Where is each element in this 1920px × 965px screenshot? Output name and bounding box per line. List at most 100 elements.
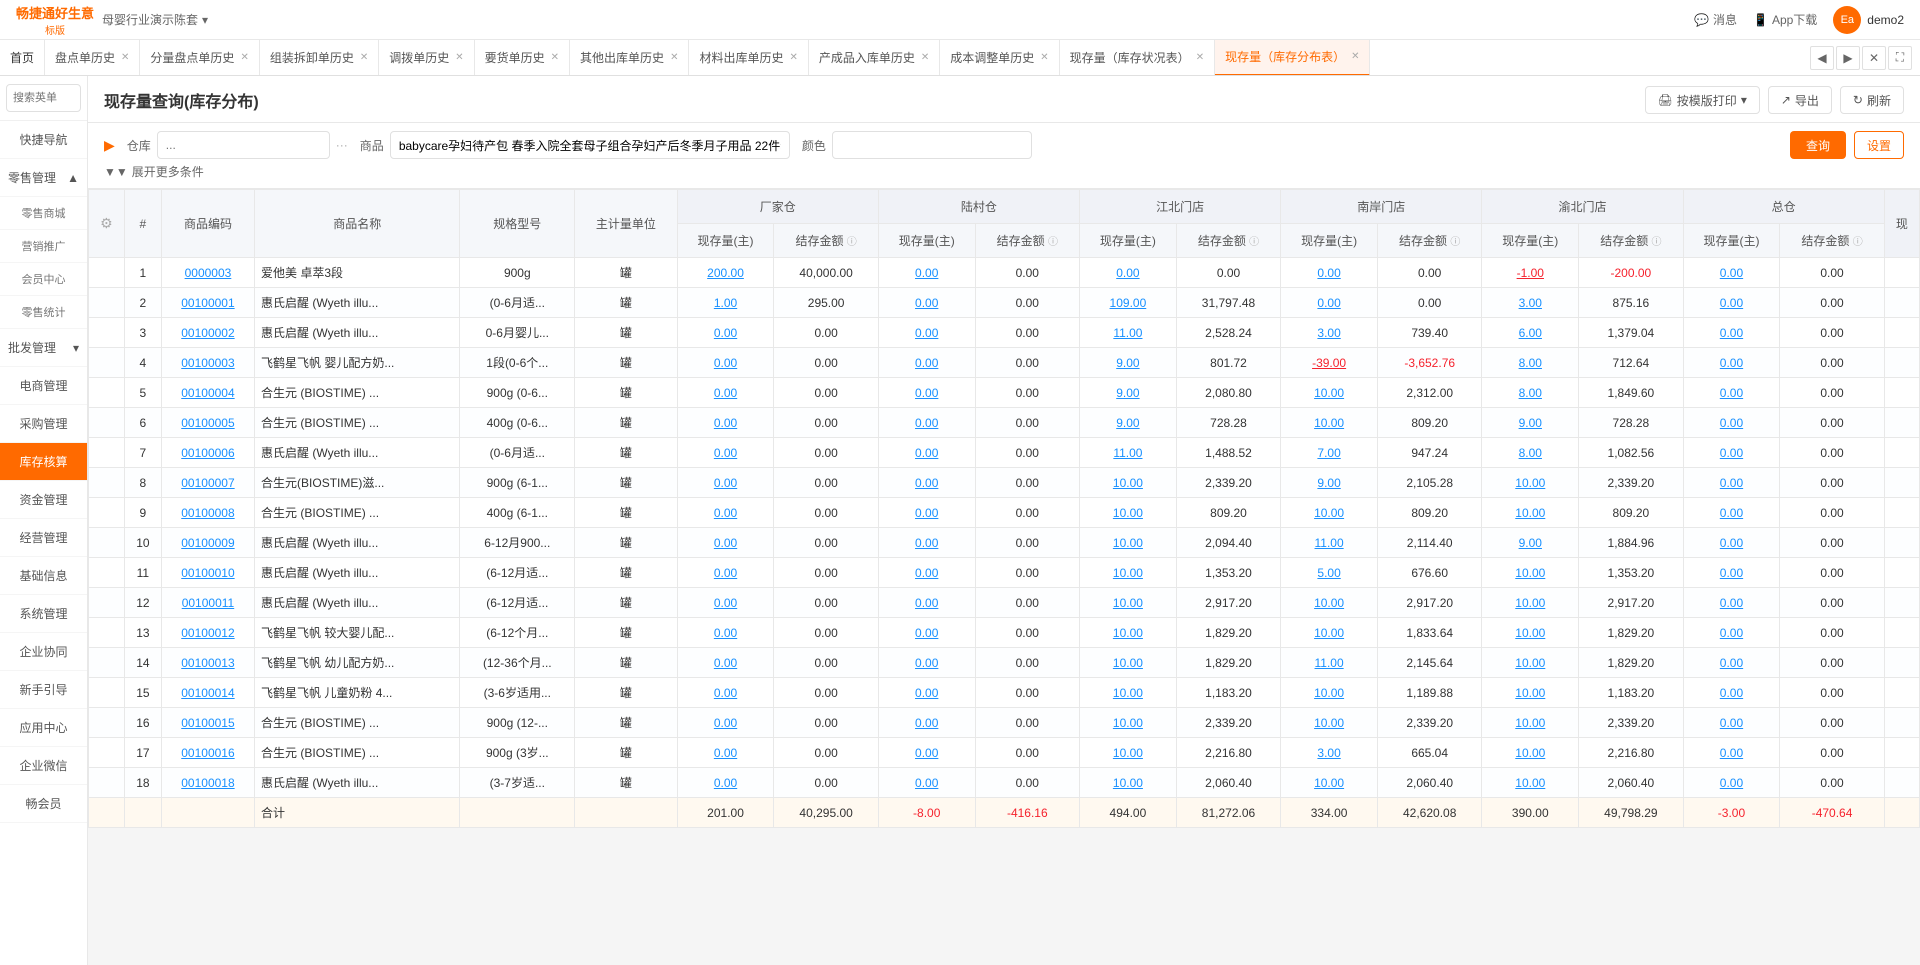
col-lc-amt: 结存金额 ⓘ [975, 224, 1079, 258]
tab-close-material-out[interactable]: ✕ [789, 52, 797, 63]
col-jb-qty: 现存量(主) [1079, 224, 1176, 258]
tab-stock-dist[interactable]: 现存量（库存分布表） ✕ [1215, 40, 1370, 76]
tab-requisition[interactable]: 要货单历史 ✕ [475, 40, 570, 76]
tab-close-branch-stock[interactable]: ✕ [240, 52, 248, 63]
industry-selector[interactable]: 母婴行业演示陈套 ▾ [102, 11, 208, 28]
table-row: 11 00100010 惠氏启醒 (Wyeth illu... (6-12月适.… [89, 558, 1920, 588]
tab-stock-single[interactable]: 盘点单历史 ✕ [45, 40, 140, 76]
filter-warehouse: 仓库 ··· [127, 131, 348, 159]
message-button[interactable]: 💬 消息 [1694, 11, 1737, 28]
color-input[interactable] [832, 131, 1032, 159]
expand-conditions[interactable]: ▼▼ 展开更多条件 [104, 163, 1904, 180]
sidebar-item-ecommerce[interactable]: 电商管理 [0, 367, 87, 405]
refresh-button[interactable]: ↻ 刷新 [1840, 86, 1904, 114]
warehouse-input[interactable] [157, 131, 330, 159]
sidebar-item-app-center[interactable]: 应用中心 [0, 709, 87, 747]
logo: 畅捷通好生意 标版 [16, 3, 94, 37]
sidebar-item-wechat[interactable]: 企业微信 [0, 747, 87, 785]
tab-home[interactable]: 首页 [0, 40, 45, 76]
tabbar: 首页 盘点单历史 ✕ 分量盘点单历史 ✕ 组装拆卸单历史 ✕ 调拨单历史 ✕ 要… [0, 40, 1920, 76]
query-button[interactable]: 查询 [1790, 131, 1846, 159]
tab-prev-button[interactable]: ◀ [1810, 46, 1834, 70]
search-input[interactable] [6, 84, 81, 112]
col-zc-amt: 结存金额 ⓘ [1780, 224, 1884, 258]
sidebar-item-retail-mgmt[interactable]: 零售管理 ▲ [0, 159, 87, 197]
tab-close-stock-dist[interactable]: ✕ [1351, 51, 1359, 62]
chevron-down-icon: ▾ [202, 13, 208, 27]
filter-row: ▶ 仓库 ··· 商品 颜色 查询 设置 [104, 131, 1904, 159]
tab-close-requisition[interactable]: ✕ [551, 52, 559, 63]
message-icon: 💬 [1694, 13, 1709, 27]
filter-bar: ▶ 仓库 ··· 商品 颜色 查询 设置 [88, 123, 1920, 189]
tab-cost-adjust[interactable]: 成本调整单历史 ✕ [940, 40, 1059, 76]
tab-close-combo-disassemble[interactable]: ✕ [360, 52, 368, 63]
tab-expand-button[interactable]: ⛶ [1888, 46, 1912, 70]
col-cur-header: 现 [1884, 190, 1919, 258]
col-unit-header: 主计量单位 [575, 190, 677, 258]
tab-material-out[interactable]: 材料出库单历史 ✕ [689, 40, 808, 76]
sidebar-item-member2[interactable]: 畅会员 [0, 785, 87, 823]
app-download-button[interactable]: 📱 App下载 [1753, 11, 1817, 28]
sidebar-search [0, 76, 87, 121]
col-yb-header: 渝北门店 [1482, 190, 1683, 224]
sidebar-item-purchase[interactable]: 采购管理 [0, 405, 87, 443]
warehouse-ellipsis: ··· [336, 138, 348, 152]
col-fc-amt: 结存金额 ⓘ [774, 224, 878, 258]
table-row: 14 00100013 飞鹤星飞帆 幼儿配方奶... (12-36个月... 罐… [89, 648, 1920, 678]
tab-close-cost-adjust[interactable]: ✕ [1040, 52, 1048, 63]
page-header: 现存量查询(库存分布) 🖨 按模版打印 ▾ ↗ 导出 ↻ 刷新 [88, 76, 1920, 123]
sidebar-item-member[interactable]: 会员中心 [0, 263, 87, 296]
tab-close-stock-single[interactable]: ✕ [121, 52, 129, 63]
sidebar-item-basic[interactable]: 基础信息 [0, 557, 87, 595]
sidebar-item-guide[interactable]: 新手引导 [0, 671, 87, 709]
table-row: 1 0000003 爱他美 卓萃3段 900g 罐 200.00 40,000.… [89, 258, 1920, 288]
table-row: 10 00100009 惠氏启醒 (Wyeth illu... 6-12月900… [89, 528, 1920, 558]
table-row: 17 00100016 合生元 (BIOSTIME) ... 900g (3岁.… [89, 738, 1920, 768]
tab-product-in[interactable]: 产成品入库单历史 ✕ [809, 40, 940, 76]
filter-collapse-icon[interactable]: ▶ [104, 137, 115, 154]
tab-combo-disassemble[interactable]: 组装拆卸单历史 ✕ [260, 40, 379, 76]
col-lc-qty: 现存量(主) [878, 224, 975, 258]
table-area: ⚙ # 商品编码 商品名称 规格型号 主计量单位 厂家仓 陆村仓 江北门店 南岸… [88, 189, 1920, 965]
topbar: 畅捷通好生意 标版 母婴行业演示陈套 ▾ 💬 消息 📱 App下载 Ea dem… [0, 0, 1920, 40]
user-area[interactable]: Ea demo2 [1833, 6, 1904, 34]
filter-color: 颜色 [802, 131, 1032, 159]
col-settings-header[interactable]: ⚙ [89, 190, 125, 258]
main-layout: 快捷导航 零售管理 ▲ 零售商城 营销推广 会员中心 零售统计 批发管理 ▾ 电… [0, 76, 1920, 965]
col-code-header: 商品编码 [161, 190, 254, 258]
tab-close-stock-status[interactable]: ✕ [1196, 52, 1204, 63]
product-input[interactable] [390, 131, 790, 159]
settings-button[interactable]: 设置 [1854, 131, 1904, 159]
tab-stock-status[interactable]: 现存量（库存状况表） ✕ [1060, 40, 1215, 76]
col-yb-amt: 结存金额 ⓘ [1579, 224, 1683, 258]
tab-close-transfer[interactable]: ✕ [455, 52, 463, 63]
sidebar-item-quick-nav[interactable]: 快捷导航 [0, 121, 87, 159]
sidebar-item-retail-stats[interactable]: 零售统计 [0, 296, 87, 329]
tab-other-out[interactable]: 其他出库单历史 ✕ [570, 40, 689, 76]
sidebar-item-enterprise[interactable]: 企业协同 [0, 633, 87, 671]
tab-transfer[interactable]: 调拨单历史 ✕ [379, 40, 474, 76]
table-row: 15 00100014 飞鹤星飞帆 儿童奶粉 4... (3-6岁适用... 罐… [89, 678, 1920, 708]
print-button[interactable]: 🖨 按模版打印 ▾ [1645, 86, 1760, 114]
tab-close-other-out[interactable]: ✕ [670, 52, 678, 63]
chevron-down-icon2: ▾ [1741, 93, 1747, 107]
export-button[interactable]: ↗ 导出 [1768, 86, 1832, 114]
sidebar-item-system[interactable]: 系统管理 [0, 595, 87, 633]
col-lc-header: 陆村仓 [878, 190, 1079, 224]
sidebar-item-retail-store[interactable]: 零售商城 [0, 197, 87, 230]
sidebar-item-marketing[interactable]: 营销推广 [0, 230, 87, 263]
table-row: 16 00100015 合生元 (BIOSTIME) ... 900g (12-… [89, 708, 1920, 738]
table-row: 4 00100003 飞鹤星飞帆 婴儿配方奶... 1段(0-6个... 罐 0… [89, 348, 1920, 378]
sidebar-item-wholesale[interactable]: 批发管理 ▾ [0, 329, 87, 367]
download-icon: 📱 [1753, 13, 1768, 27]
chevron-up-icon: ▲ [67, 171, 79, 185]
sidebar-item-inventory[interactable]: 库存核算 [0, 443, 87, 481]
sidebar-item-finance[interactable]: 资金管理 [0, 481, 87, 519]
tab-branch-stock[interactable]: 分量盘点单历史 ✕ [140, 40, 259, 76]
col-yb-qty: 现存量(主) [1482, 224, 1579, 258]
tab-close-all-button[interactable]: ✕ [1862, 46, 1886, 70]
col-jb-amt: 结存金额 ⓘ [1176, 224, 1280, 258]
tab-close-product-in[interactable]: ✕ [921, 52, 929, 63]
tab-next-button[interactable]: ▶ [1836, 46, 1860, 70]
sidebar-item-operation[interactable]: 经营管理 [0, 519, 87, 557]
